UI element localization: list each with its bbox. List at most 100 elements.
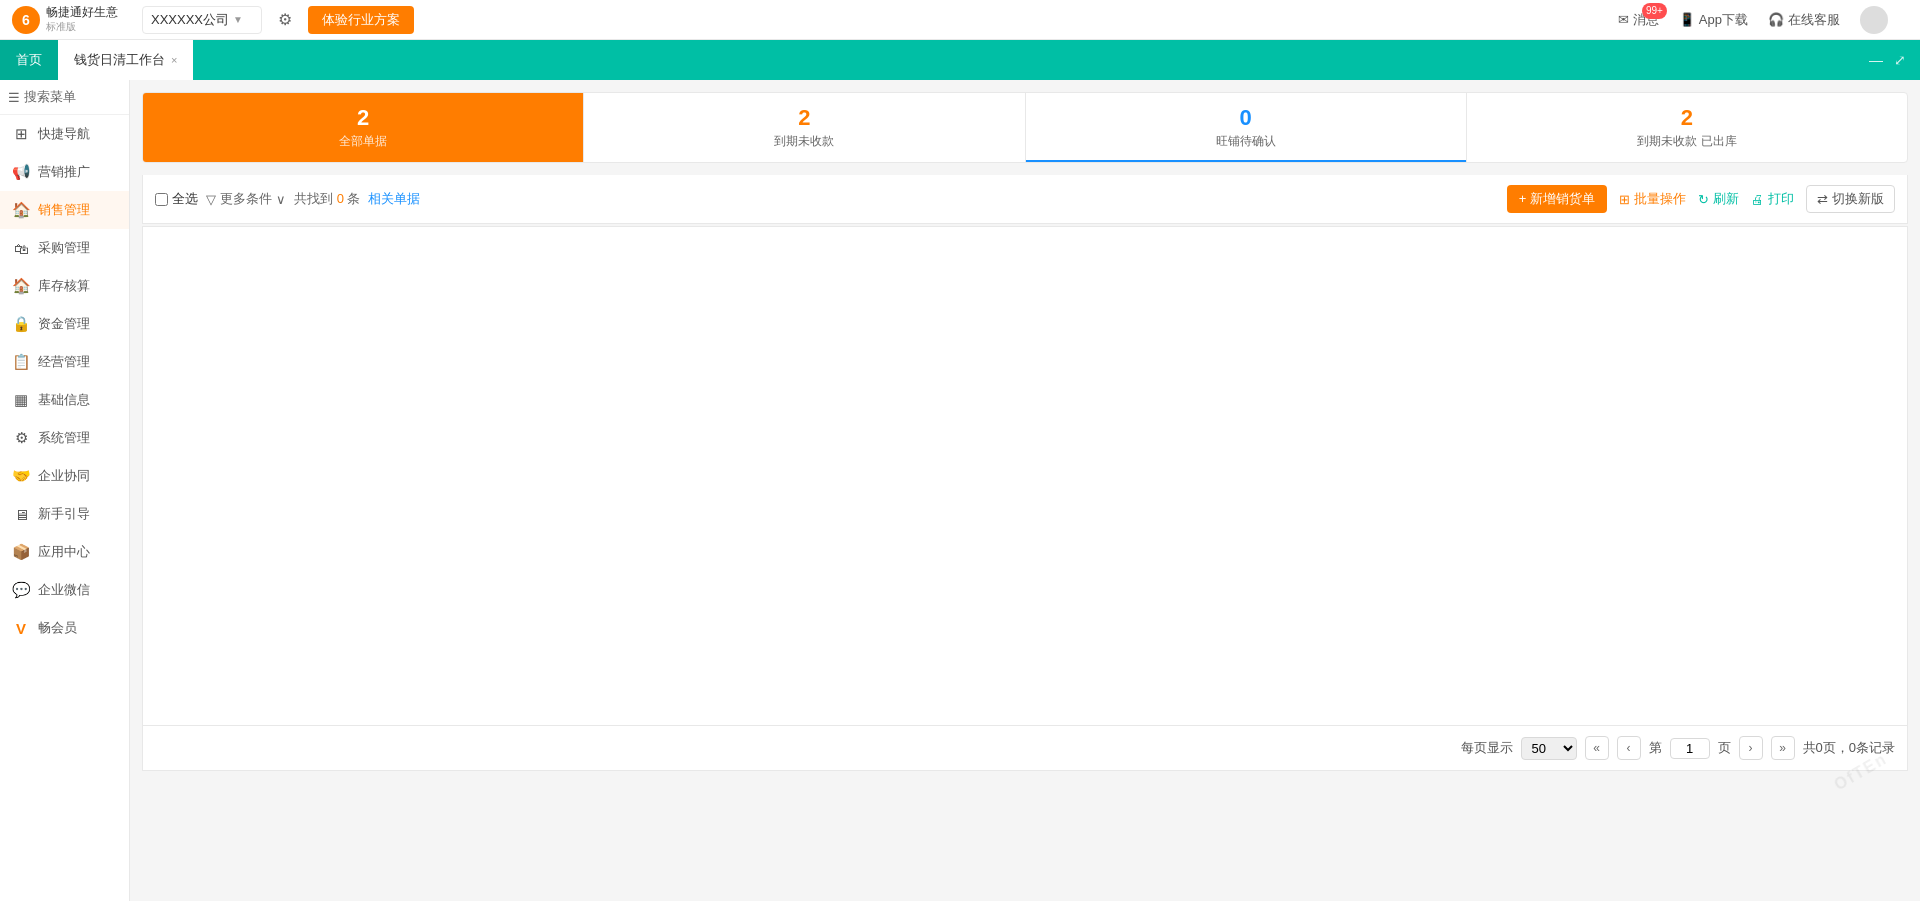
add-order-button[interactable]: + 新增销货单 bbox=[1507, 185, 1607, 213]
sidebar-item-basic[interactable]: ▦ 基础信息 bbox=[0, 381, 129, 419]
cooperation-icon: 🤝 bbox=[12, 467, 30, 485]
per-page-select[interactable]: 50 100 200 bbox=[1521, 737, 1577, 760]
sidebar-item-system[interactable]: ⚙ 系统管理 bbox=[0, 419, 129, 457]
sidebar-item-wechat[interactable]: 💬 企业微信 bbox=[0, 571, 129, 609]
sidebar-sales-label: 销售管理 bbox=[38, 201, 90, 219]
select-all-input[interactable] bbox=[155, 193, 168, 206]
purchase-icon: 🛍 bbox=[12, 239, 30, 257]
sidebar-appstore-label: 应用中心 bbox=[38, 543, 90, 561]
related-records-link[interactable]: 相关单据 bbox=[368, 190, 420, 208]
stat-shipped-label: 到期未收款 已出库 bbox=[1483, 133, 1891, 150]
stat-card-shipped[interactable]: 2 到期未收款 已出库 bbox=[1467, 93, 1907, 162]
stat-shipped-num: 2 bbox=[1483, 105, 1891, 131]
sidebar-item-quick-nav[interactable]: ⊞ 快捷导航 bbox=[0, 115, 129, 153]
sidebar-item-purchase[interactable]: 🛍 采购管理 bbox=[0, 229, 129, 267]
filter-button[interactable]: ▽ 更多条件 ∨ bbox=[206, 190, 286, 208]
sidebar-item-sales[interactable]: 🏠 销售管理 bbox=[0, 191, 129, 229]
stat-pending-label: 旺铺待确认 bbox=[1042, 133, 1450, 150]
tab-workbench[interactable]: 钱货日清工作台 × bbox=[58, 40, 193, 80]
tab-home[interactable]: 首页 bbox=[0, 40, 58, 80]
last-page-button[interactable]: » bbox=[1771, 736, 1795, 760]
logo-sub: 标准版 bbox=[46, 20, 118, 34]
sidebar-inventory-label: 库存核算 bbox=[38, 277, 90, 295]
tab-home-label: 首页 bbox=[16, 51, 42, 69]
found-num: 0 bbox=[337, 191, 344, 206]
refresh-button[interactable]: ↻ 刷新 bbox=[1698, 190, 1739, 208]
member-icon: V bbox=[12, 619, 30, 637]
main-content: 2 全部单据 2 到期未收款 0 旺铺待确认 2 到期未收款 已出库 全选 ▽ bbox=[130, 80, 1920, 901]
sidebar: ☰ 搜索菜单 ⊞ 快捷导航 📢 营销推广 🏠 销售管理 🛍 采购管理 🏠 库存核… bbox=[0, 80, 130, 901]
sidebar-item-cooperation[interactable]: 🤝 企业协同 bbox=[0, 457, 129, 495]
switch-version-button[interactable]: ⇄ 切换新版 bbox=[1806, 185, 1895, 213]
app-download-label: App下载 bbox=[1699, 11, 1748, 29]
avatar[interactable] bbox=[1860, 6, 1888, 34]
toolbar: 全选 ▽ 更多条件 ∨ 共找到 0 条 相关单据 + 新增销货单 ⊞ 批量操作 … bbox=[142, 175, 1908, 224]
stat-all-label: 全部单据 bbox=[159, 133, 567, 150]
service-icon: 🎧 bbox=[1768, 12, 1784, 27]
print-button[interactable]: 🖨 打印 bbox=[1751, 190, 1794, 208]
page-label: 第 bbox=[1649, 739, 1662, 757]
batch-icon: ⊞ bbox=[1619, 192, 1630, 207]
sidebar-item-appstore[interactable]: 📦 应用中心 bbox=[0, 533, 129, 571]
message-badge: 99+ bbox=[1642, 3, 1667, 19]
stat-card-overdue[interactable]: 2 到期未收款 bbox=[584, 93, 1025, 162]
sidebar-basic-label: 基础信息 bbox=[38, 391, 90, 409]
experience-button[interactable]: 体验行业方案 bbox=[308, 6, 414, 34]
message-item[interactable]: ✉ 消息 99+ bbox=[1618, 11, 1659, 29]
sidebar-item-marketing[interactable]: 📢 营销推广 bbox=[0, 153, 129, 191]
minimize-icon[interactable]: — bbox=[1866, 50, 1886, 70]
sales-icon: 🏠 bbox=[12, 201, 30, 219]
sidebar-item-guide[interactable]: 🖥 新手引导 bbox=[0, 495, 129, 533]
sidebar-cooperation-label: 企业协同 bbox=[38, 467, 90, 485]
close-icon[interactable]: × bbox=[171, 54, 177, 66]
finance-icon: 🔒 bbox=[12, 315, 30, 333]
prev-page-button[interactable]: ‹ bbox=[1617, 736, 1641, 760]
search-menu-item[interactable]: ☰ 搜索菜单 bbox=[0, 80, 129, 115]
sidebar-item-finance[interactable]: 🔒 资金管理 bbox=[0, 305, 129, 343]
sidebar-system-label: 系统管理 bbox=[38, 429, 90, 447]
table-area bbox=[142, 226, 1908, 726]
next-page-button[interactable]: › bbox=[1739, 736, 1763, 760]
refresh-icon: ↻ bbox=[1698, 192, 1709, 207]
app-download-item[interactable]: 📱 App下载 bbox=[1679, 11, 1748, 29]
stat-all-num: 2 bbox=[159, 105, 567, 131]
basic-icon: ▦ bbox=[12, 391, 30, 409]
page-number-input[interactable] bbox=[1670, 738, 1710, 759]
pagination-bar: 每页显示 50 100 200 « ‹ 第 页 › » 共0页，0条记录 bbox=[142, 726, 1908, 771]
company-selector[interactable]: XXXXXX公司 ▼ bbox=[142, 6, 262, 34]
sidebar-finance-label: 资金管理 bbox=[38, 315, 90, 333]
total-label: 共0页，0条记录 bbox=[1803, 739, 1895, 757]
logo-text: 畅捷通好生意 bbox=[46, 5, 118, 21]
stat-overdue-num: 2 bbox=[600, 105, 1008, 131]
quick-nav-icon: ⊞ bbox=[12, 125, 30, 143]
settings-icon[interactable]: ⚙ bbox=[270, 5, 300, 35]
company-name: XXXXXX公司 bbox=[151, 11, 229, 29]
online-service-item[interactable]: 🎧 在线客服 bbox=[1768, 11, 1840, 29]
operation-icon: 📋 bbox=[12, 353, 30, 371]
message-icon: ✉ bbox=[1618, 12, 1629, 27]
switch-label: 切换新版 bbox=[1832, 190, 1884, 208]
maximize-icon[interactable]: ⤢ bbox=[1890, 50, 1910, 70]
batch-operation-button[interactable]: ⊞ 批量操作 bbox=[1619, 190, 1686, 208]
system-icon: ⚙ bbox=[12, 429, 30, 447]
sidebar-item-inventory[interactable]: 🏠 库存核算 bbox=[0, 267, 129, 305]
sidebar-item-operation[interactable]: 📋 经营管理 bbox=[0, 343, 129, 381]
sidebar-item-member[interactable]: V 畅会员 bbox=[0, 609, 129, 647]
stat-card-pending[interactable]: 0 旺铺待确认 bbox=[1026, 93, 1467, 162]
nav-tabs: 首页 钱货日清工作台 × — ⤢ bbox=[0, 40, 1920, 80]
wechat-icon: 💬 bbox=[12, 581, 30, 599]
found-text: 共找到 0 条 bbox=[294, 190, 360, 208]
sidebar-marketing-label: 营销推广 bbox=[38, 163, 90, 181]
stat-card-all[interactable]: 2 全部单据 bbox=[143, 93, 584, 162]
sidebar-wechat-label: 企业微信 bbox=[38, 581, 90, 599]
sidebar-purchase-label: 采购管理 bbox=[38, 239, 90, 257]
sidebar-member-label: 畅会员 bbox=[38, 619, 77, 637]
appstore-icon: 📦 bbox=[12, 543, 30, 561]
select-all-checkbox[interactable]: 全选 bbox=[155, 190, 198, 208]
download-icon: 📱 bbox=[1679, 12, 1695, 27]
first-page-button[interactable]: « bbox=[1585, 736, 1609, 760]
inventory-icon: 🏠 bbox=[12, 277, 30, 295]
online-service-label: 在线客服 bbox=[1788, 11, 1840, 29]
filter-label: 更多条件 bbox=[220, 190, 272, 208]
sidebar-operation-label: 经营管理 bbox=[38, 353, 90, 371]
